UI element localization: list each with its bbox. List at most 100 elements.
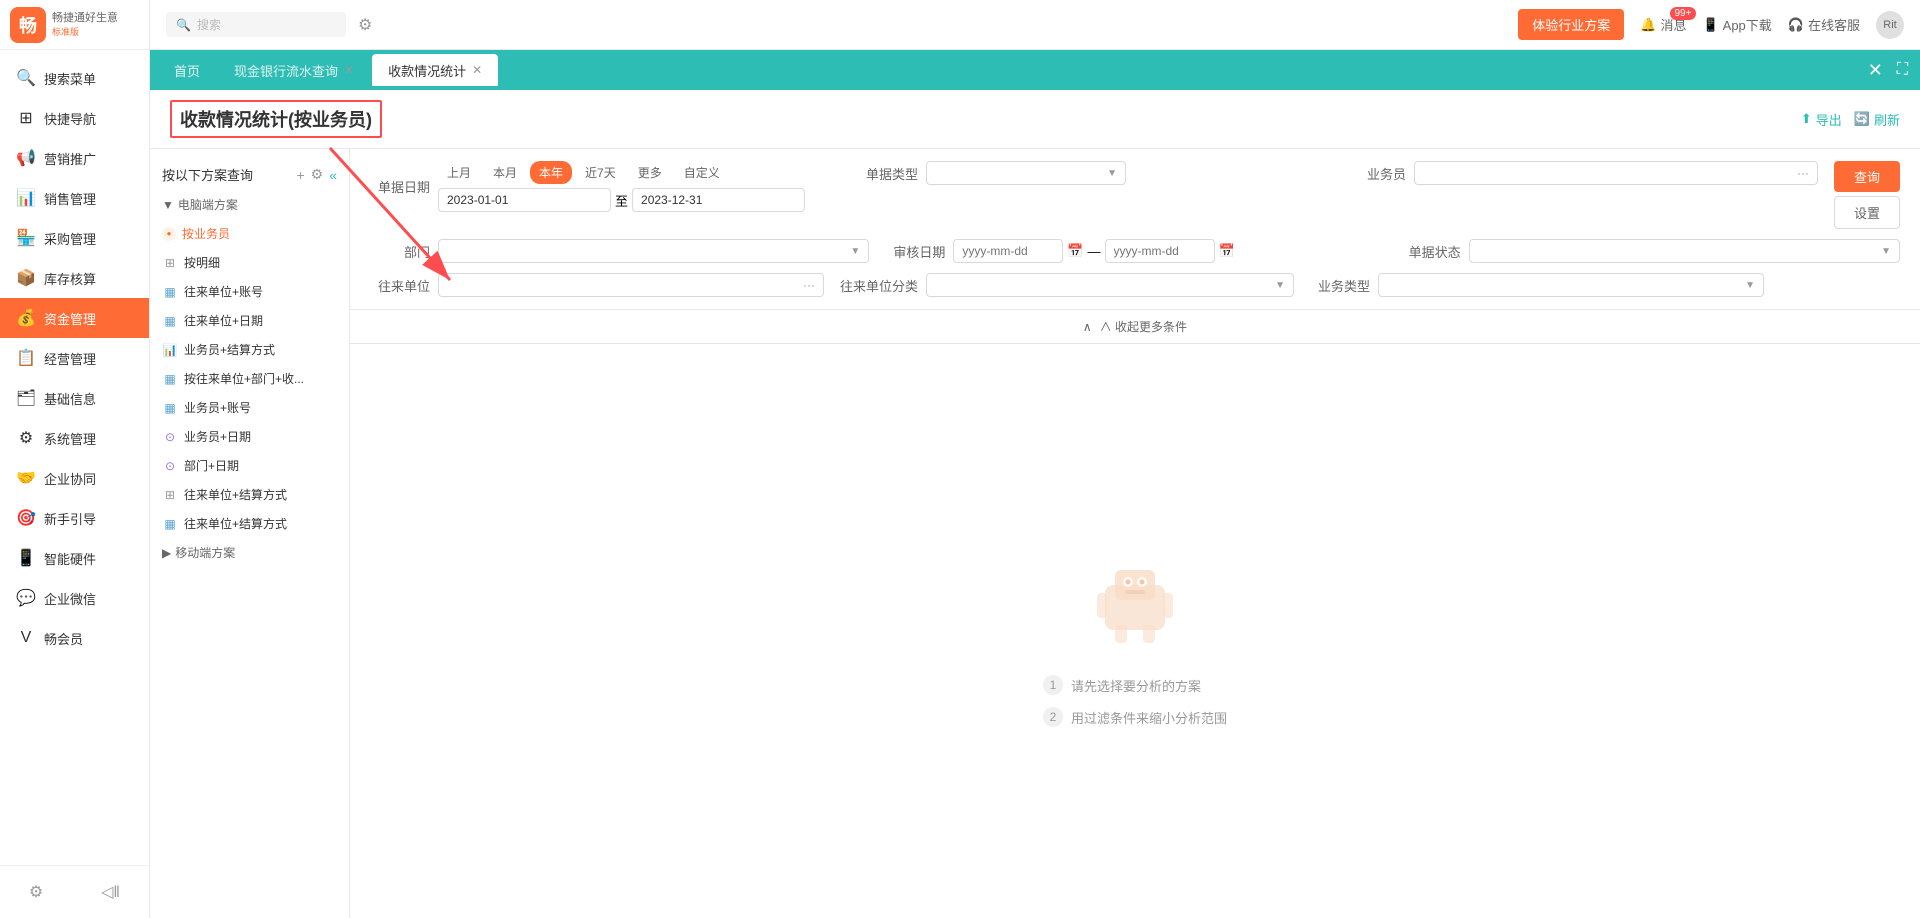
sidebar-item-operation[interactable]: 📋 经营管理: [0, 338, 149, 378]
panel-collapse-btn[interactable]: «: [329, 167, 337, 183]
date-tab-more[interactable]: 更多: [629, 161, 671, 184]
sidebar-bottom: ⚙ ◁‖: [0, 865, 149, 918]
partner-category-label: 往来单位分类: [840, 276, 918, 295]
topbar: 🔍 搜索 ⚙ 体验行业方案 🔔 消息 99+ 📱 App下载 🎧 在线客服 Ri…: [150, 0, 1920, 50]
sidebar-item-marketing[interactable]: 📢 营销推广: [0, 138, 149, 178]
tab-home[interactable]: 首页: [158, 54, 216, 86]
tree-item-partner-payment2[interactable]: ▦ 往来单位+结算方式: [150, 509, 349, 538]
tree-item-partner-payment1[interactable]: ⊞ 往来单位+结算方式: [150, 480, 349, 509]
sidebar-item-vip[interactable]: V 畅会员: [0, 618, 149, 658]
salesperson-select[interactable]: ···: [1414, 161, 1818, 185]
chevron-down-icon: ▼: [1881, 246, 1891, 257]
sidebar-item-sales[interactable]: 📊 销售管理: [0, 178, 149, 218]
topbar-search[interactable]: 🔍 搜索: [166, 12, 346, 37]
target-icon: 🎯: [16, 508, 36, 528]
sidebar-item-enterprise[interactable]: 🤝 企业协同: [0, 458, 149, 498]
page-area: 收款情况统计(按业务员) ⬆ 导出 🔄 刷新 按以下方案查询 +: [150, 90, 1920, 918]
tree-item-partner-dept[interactable]: ▦ 按往来单位+部门+收...: [150, 364, 349, 393]
grid-icon: ⊞: [162, 487, 178, 503]
table-icon: ▦: [162, 371, 178, 387]
biz-type-label: 业务类型: [1310, 276, 1370, 295]
logo-text: 畅捷通好生意 标准版: [52, 11, 118, 39]
sidebar-item-basic[interactable]: 🗂 基础信息: [0, 378, 149, 418]
tabbar-expand-btn[interactable]: ⛶: [1893, 61, 1912, 79]
empty-state: 1 请先选择要分析的方案 2 用过滤条件来缩小分析范围: [350, 344, 1920, 918]
sidebar-item-purchase[interactable]: 🏪 采购管理: [0, 218, 149, 258]
review-from-input[interactable]: [953, 239, 1063, 263]
app-download-btn[interactable]: 📱 App下载: [1702, 15, 1771, 34]
clock-icon: ⊙: [162, 429, 178, 445]
tab-bank[interactable]: 现金银行流水查询 ✕: [218, 54, 370, 86]
filter-btn-group: 查询 设置: [1834, 161, 1900, 229]
tab-bank-close[interactable]: ✕: [344, 63, 354, 77]
date-tab-7days[interactable]: 近7天: [576, 161, 625, 184]
tree-item-partner-account[interactable]: ▦ 往来单位+账号: [150, 277, 349, 306]
ellipsis-icon: ···: [1797, 166, 1809, 180]
mobile-icon: 📱: [16, 548, 36, 568]
setting-btn[interactable]: 设置: [1834, 196, 1900, 229]
panel-add-btn[interactable]: +: [296, 167, 304, 183]
date-tab-custom[interactable]: 自定义: [675, 161, 729, 184]
tab-collection-close[interactable]: ✕: [472, 63, 482, 77]
step-num-1: 1: [1043, 675, 1063, 695]
tab-collection[interactable]: 收款情况统计 ✕: [372, 54, 498, 86]
online-service-btn[interactable]: 🎧 在线客服: [1788, 15, 1860, 34]
right-panel: 单据日期 上月 本月 本年 近7天 更多 自定义: [350, 149, 1920, 918]
chevron-up-icon: ∧: [1083, 320, 1092, 334]
sidebar-item-finance[interactable]: 💰 资金管理: [0, 298, 149, 338]
tree-item-salesperson-payment[interactable]: 📊 业务员+结算方式: [150, 335, 349, 364]
dept-select[interactable]: ▼: [438, 239, 869, 263]
sidebar-item-search[interactable]: 🔍 搜索菜单: [0, 58, 149, 98]
tree-item-salesperson-date[interactable]: ⊙ 业务员+日期: [150, 422, 349, 451]
partner-category-select[interactable]: ▼: [926, 273, 1294, 297]
empty-illustration: [1075, 535, 1195, 655]
sidebar-collapse-btn[interactable]: ◁‖: [95, 876, 126, 908]
sidebar-item-wechat[interactable]: 💬 企业微信: [0, 578, 149, 618]
tree-item-salesperson-account[interactable]: ▦ 业务员+账号: [150, 393, 349, 422]
refresh-icon: 🔄: [1854, 111, 1870, 127]
store-icon: 🏪: [16, 228, 36, 248]
sidebar-item-hardware[interactable]: 📱 智能硬件: [0, 538, 149, 578]
tree-item-dept-date[interactable]: ⊙ 部门+日期: [150, 451, 349, 480]
tree-item-detail[interactable]: ⊞ 按明细: [150, 248, 349, 277]
megaphone-icon: 📢: [16, 148, 36, 168]
date-tab-this-year[interactable]: 本年: [530, 161, 572, 184]
tree-item-partner-date[interactable]: ▦ 往来单位+日期: [150, 306, 349, 335]
date-tab-this-month[interactable]: 本月: [484, 161, 526, 184]
refresh-btn[interactable]: 🔄 刷新: [1854, 110, 1900, 129]
search-btn[interactable]: 查询: [1834, 161, 1900, 192]
service-icon: 🎧: [1788, 17, 1804, 33]
date-from-input[interactable]: [438, 188, 611, 212]
date-to-input[interactable]: [632, 188, 805, 212]
sidebar-item-shortcut[interactable]: ⊞ 快捷导航: [0, 98, 149, 138]
tree-group-desktop[interactable]: ▼ 电脑端方案: [150, 190, 349, 219]
ellipsis-icon2: ···: [803, 278, 815, 292]
tree-group-mobile[interactable]: ▶ 移动端方案: [150, 538, 349, 567]
sidebar-settings-btn[interactable]: ⚙: [23, 876, 49, 908]
folder-icon: 🗂: [16, 388, 36, 408]
topbar-settings-icon[interactable]: ⚙: [358, 15, 372, 35]
date-tab-last-month[interactable]: 上月: [438, 161, 480, 184]
partner-select[interactable]: ···: [438, 273, 824, 297]
sidebar-item-system[interactable]: ⚙ 系统管理: [0, 418, 149, 458]
collapse-filter-btn[interactable]: ∧ ∧ 收起更多条件: [1083, 318, 1187, 335]
biz-type-select[interactable]: ▼: [1378, 273, 1764, 297]
sidebar-item-guide[interactable]: 🎯 新手引导: [0, 498, 149, 538]
clock-icon: ⊙: [162, 458, 178, 474]
trial-btn[interactable]: 体验行业方案: [1518, 9, 1624, 40]
date-tabs: 上月 本月 本年 近7天 更多 自定义: [438, 161, 805, 184]
export-btn[interactable]: ⬆ 导出: [1801, 110, 1842, 129]
tree-item-by-salesperson[interactable]: ● 按业务员: [150, 219, 349, 248]
notification-btn[interactable]: 🔔 消息 99+: [1640, 15, 1686, 34]
tabbar-close-btn[interactable]: ✕: [1860, 60, 1891, 81]
sidebar-item-inventory[interactable]: 📦 库存核算: [0, 258, 149, 298]
review-to-input[interactable]: [1105, 239, 1215, 263]
doc-status-select[interactable]: ▼: [1469, 239, 1900, 263]
doc-type-select[interactable]: ▼: [926, 161, 1126, 185]
panel-settings-btn[interactable]: ⚙: [311, 166, 324, 183]
panel-title: 按以下方案查询: [162, 165, 253, 184]
calendar-icon: 📅: [1067, 243, 1083, 259]
user-profile-btn[interactable]: Rit: [1876, 11, 1904, 39]
logo-icon: 畅: [10, 7, 46, 43]
panel-actions: + ⚙ «: [296, 166, 337, 183]
